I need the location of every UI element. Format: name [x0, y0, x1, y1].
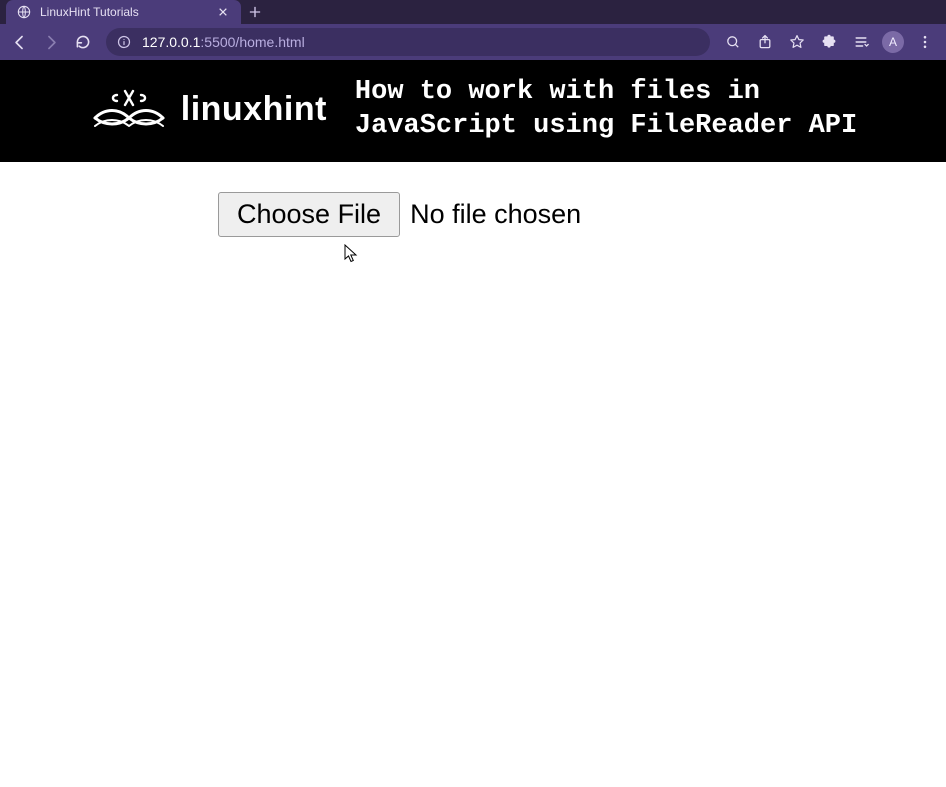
avatar-initial: A — [889, 35, 897, 49]
address-bar[interactable]: 127.0.0.1:5500/home.html — [106, 28, 710, 56]
close-icon[interactable] — [215, 4, 231, 20]
brand-name: linuxhint — [181, 90, 327, 129]
file-chosen-status: No file chosen — [410, 199, 581, 230]
zoom-button[interactable] — [718, 27, 748, 57]
browser-menu-button[interactable] — [910, 27, 940, 57]
profile-avatar[interactable]: A — [882, 31, 904, 53]
tab-title: LinuxHint Tutorials — [40, 5, 215, 19]
file-input-row: Choose File No file chosen — [218, 192, 946, 237]
page-content: Choose File No file chosen — [0, 162, 946, 237]
browser-tab-strip: LinuxHint Tutorials — [0, 0, 946, 24]
headline-line-1: How to work with files in — [355, 77, 760, 107]
reading-list-button[interactable] — [846, 27, 876, 57]
url-host: 127.0.0.1 — [142, 34, 200, 50]
back-button[interactable] — [4, 27, 34, 57]
page-headline: How to work with files in JavaScript usi… — [355, 76, 857, 144]
mouse-cursor-icon — [344, 244, 360, 264]
choose-file-button[interactable]: Choose File — [218, 192, 400, 237]
browser-toolbar: 127.0.0.1:5500/home.html — [0, 24, 946, 60]
info-icon[interactable] — [116, 34, 132, 50]
url-path: :5500/home.html — [200, 34, 304, 50]
new-tab-button[interactable] — [241, 0, 269, 24]
bookmark-star-button[interactable] — [782, 27, 812, 57]
browser-tab-active[interactable]: LinuxHint Tutorials — [6, 0, 241, 24]
toolbar-right-icons: A — [718, 27, 940, 57]
site-logo: linuxhint — [89, 82, 327, 138]
page-banner: linuxhint How to work with files in Java… — [0, 60, 946, 162]
book-logo-icon — [89, 82, 169, 138]
headline-line-2: JavaScript using FileReader API — [355, 111, 857, 141]
globe-icon — [16, 4, 32, 20]
forward-button[interactable] — [36, 27, 66, 57]
extensions-button[interactable] — [814, 27, 844, 57]
reload-button[interactable] — [68, 27, 98, 57]
share-button[interactable] — [750, 27, 780, 57]
